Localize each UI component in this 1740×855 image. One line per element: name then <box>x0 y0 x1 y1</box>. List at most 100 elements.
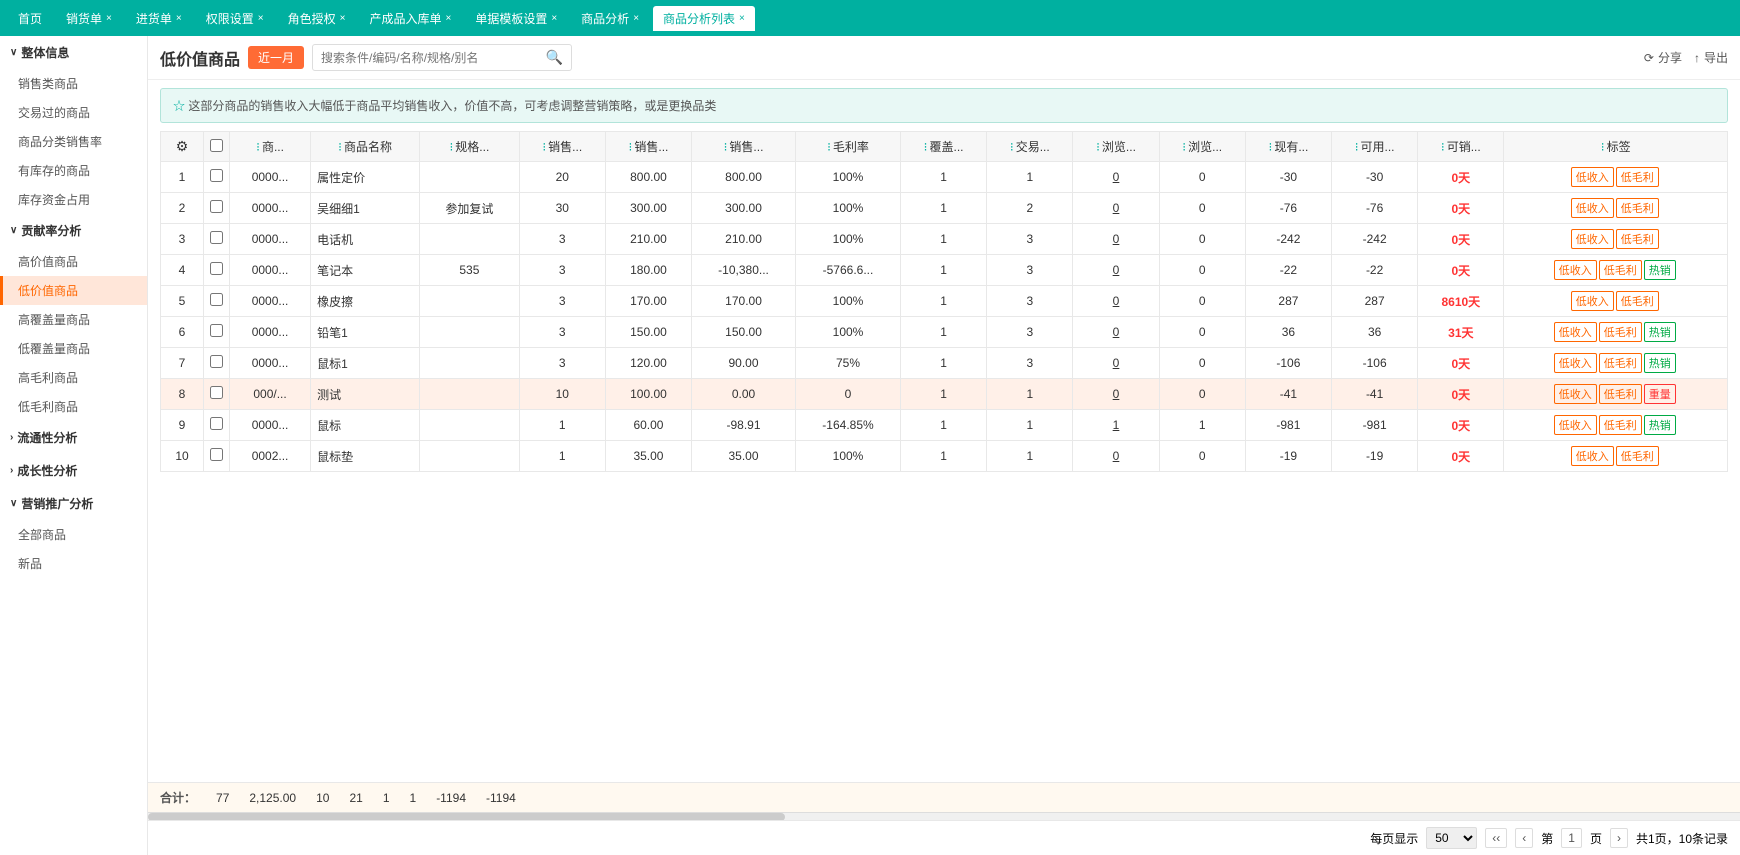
row-checkbox-cell[interactable] <box>204 193 230 224</box>
row-checkbox-cell[interactable] <box>204 255 230 286</box>
close-icon[interactable]: × <box>739 13 745 24</box>
sidebar-item-new-goods[interactable]: 新品 <box>0 549 147 578</box>
per-page-select[interactable]: 50 100 200 <box>1426 827 1477 849</box>
close-icon[interactable]: × <box>340 13 346 24</box>
row-name[interactable]: 电话机 <box>311 224 420 255</box>
view1-link[interactable]: 0 <box>1113 449 1120 463</box>
sidebar-item-all-goods[interactable]: 全部商品 <box>0 520 147 549</box>
col-tags[interactable]: ⁝标签 <box>1504 132 1728 162</box>
sidebar-section-overall[interactable]: ∨ 整体信息 <box>0 36 147 69</box>
row-checkbox-cell[interactable] <box>204 410 230 441</box>
nav-goods-analysis-list[interactable]: 商品分析列表 × <box>653 6 755 31</box>
row-checkbox[interactable] <box>210 355 223 368</box>
sidebar-item-high-profit[interactable]: 高毛利商品 <box>0 363 147 392</box>
view1-link[interactable]: 0 <box>1113 232 1120 246</box>
row-checkbox-cell[interactable] <box>204 441 230 472</box>
col-sales-price[interactable]: ⁝销售... <box>605 132 691 162</box>
row-name[interactable]: 笔记本 <box>311 255 420 286</box>
row-name[interactable]: 鼠标 <box>311 410 420 441</box>
row-checkbox-cell[interactable] <box>204 379 230 410</box>
view1-link[interactable]: 0 <box>1113 356 1120 370</box>
prev-page-button[interactable]: ‹ <box>1515 828 1533 848</box>
sidebar-item-high-value[interactable]: 高价值商品 <box>0 247 147 276</box>
row-checkbox[interactable] <box>210 324 223 337</box>
first-page-button[interactable]: ‹‹ <box>1485 828 1507 848</box>
table-container[interactable]: ⚙ ⁝商... ⁝商品名称 ⁝规格... ⁝销售... ⁝销售... ⁝销售..… <box>148 131 1740 782</box>
row-checkbox[interactable] <box>210 417 223 430</box>
search-input[interactable] <box>321 51 542 65</box>
close-icon[interactable]: × <box>106 13 112 24</box>
page-input[interactable]: 1 <box>1561 828 1582 848</box>
row-checkbox[interactable] <box>210 169 223 182</box>
row-view1[interactable]: 1 <box>1073 410 1159 441</box>
row-name[interactable]: 属性定价 <box>311 162 420 193</box>
row-view1[interactable]: 0 <box>1073 224 1159 255</box>
nav-permission[interactable]: 权限设置 × <box>196 6 274 31</box>
row-checkbox[interactable] <box>210 262 223 275</box>
row-checkbox[interactable] <box>210 386 223 399</box>
col-checkbox[interactable] <box>204 132 230 162</box>
close-icon[interactable]: × <box>445 13 451 24</box>
sidebar-item-traded-goods[interactable]: 交易过的商品 <box>0 98 147 127</box>
sidebar-section-growth[interactable]: › 成长性分析 <box>0 454 147 487</box>
row-name[interactable]: 铅笔1 <box>311 317 420 348</box>
col-saleable[interactable]: ⁝可销... <box>1418 132 1504 162</box>
col-trade[interactable]: ⁝交易... <box>987 132 1073 162</box>
row-name[interactable]: 吴细细1 <box>311 193 420 224</box>
view1-link[interactable]: 0 <box>1113 170 1120 184</box>
row-checkbox-cell[interactable] <box>204 224 230 255</box>
view1-link[interactable]: 0 <box>1113 201 1120 215</box>
view1-link[interactable]: 0 <box>1113 325 1120 339</box>
filter-recent-month-button[interactable]: 近一月 <box>248 46 304 69</box>
row-view1[interactable]: 0 <box>1073 348 1159 379</box>
share-button[interactable]: ⟳ 分享 <box>1644 49 1682 66</box>
export-button[interactable]: ↑ 导出 <box>1694 49 1728 66</box>
nav-role-auth[interactable]: 角色授权 × <box>278 6 356 31</box>
row-view1[interactable]: 0 <box>1073 193 1159 224</box>
col-current[interactable]: ⁝现有... <box>1245 132 1331 162</box>
sidebar-item-stock-capital[interactable]: 库存资金占用 <box>0 185 147 214</box>
row-checkbox-cell[interactable] <box>204 162 230 193</box>
row-checkbox[interactable] <box>210 293 223 306</box>
row-name[interactable]: 鼠标垫 <box>311 441 420 472</box>
col-spec[interactable]: ⁝规格... <box>420 132 520 162</box>
nav-sales-order[interactable]: 销货单 × <box>56 6 122 31</box>
close-icon[interactable]: × <box>176 13 182 24</box>
view1-link[interactable]: 0 <box>1113 387 1120 401</box>
col-view2[interactable]: ⁝浏览... <box>1159 132 1245 162</box>
col-view1[interactable]: ⁝浏览... <box>1073 132 1159 162</box>
sidebar-item-low-profit[interactable]: 低毛利商品 <box>0 392 147 421</box>
nav-product-in[interactable]: 产成品入库单 × <box>359 6 461 31</box>
close-icon[interactable]: × <box>258 13 264 24</box>
col-profit-rate[interactable]: ⁝毛利率 <box>795 132 900 162</box>
row-checkbox[interactable] <box>210 448 223 461</box>
sidebar-item-category-rate[interactable]: 商品分类销售率 <box>0 127 147 156</box>
row-checkbox-cell[interactable] <box>204 317 230 348</box>
close-icon[interactable]: × <box>551 13 557 24</box>
row-view1[interactable]: 0 <box>1073 379 1159 410</box>
select-all-checkbox[interactable] <box>210 139 223 152</box>
row-view1[interactable]: 0 <box>1073 162 1159 193</box>
sidebar-item-sales-goods[interactable]: 销售类商品 <box>0 69 147 98</box>
row-name[interactable]: 橡皮擦 <box>311 286 420 317</box>
row-view1[interactable]: 0 <box>1073 286 1159 317</box>
sidebar-item-low-coverage[interactable]: 低覆盖量商品 <box>0 334 147 363</box>
col-name[interactable]: ⁝商品名称 <box>311 132 420 162</box>
nav-template[interactable]: 单据模板设置 × <box>465 6 567 31</box>
sidebar-section-contribution[interactable]: ∨ 贡献率分析 <box>0 214 147 247</box>
close-icon[interactable]: × <box>633 13 639 24</box>
search-icon[interactable]: 🔍 <box>546 49 563 66</box>
col-available[interactable]: ⁝可用... <box>1332 132 1418 162</box>
row-view1[interactable]: 0 <box>1073 255 1159 286</box>
col-code[interactable]: ⁝商... <box>230 132 311 162</box>
view1-link[interactable]: 0 <box>1113 263 1120 277</box>
next-page-button[interactable]: › <box>1610 828 1628 848</box>
nav-purchase-order[interactable]: 进货单 × <box>126 6 192 31</box>
col-sales-qty[interactable]: ⁝销售... <box>519 132 605 162</box>
nav-goods-analysis[interactable]: 商品分析 × <box>571 6 649 31</box>
row-checkbox[interactable] <box>210 231 223 244</box>
view1-link[interactable]: 0 <box>1113 294 1120 308</box>
row-view1[interactable]: 0 <box>1073 317 1159 348</box>
search-box[interactable]: 🔍 <box>312 44 572 71</box>
sidebar-item-low-value[interactable]: 低价值商品 <box>0 276 147 305</box>
